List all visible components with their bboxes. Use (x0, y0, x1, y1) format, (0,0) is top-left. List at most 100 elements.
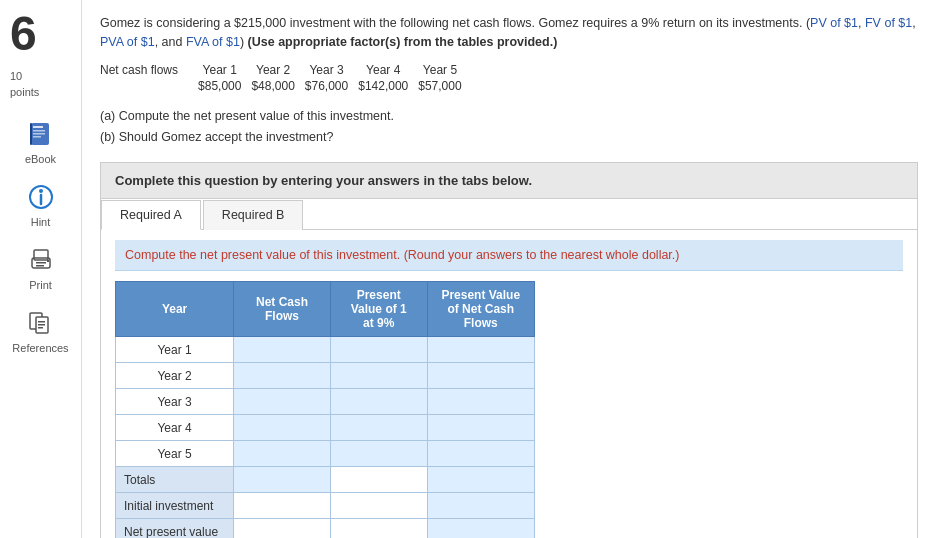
references-tool[interactable]: References (12, 307, 68, 354)
cf-year2-header: Year 2 (251, 62, 304, 78)
input-field-pv-year3[interactable] (335, 395, 423, 409)
pva-link[interactable]: PVA of $1 (100, 35, 155, 49)
empty-pv-totals (330, 467, 427, 493)
question-text-part1: Gomez is considering a $215,000 investme… (100, 16, 810, 30)
svg-rect-18 (38, 327, 43, 329)
references-icon (24, 307, 56, 339)
compute-instruction-note: (Round your answers to the nearest whole… (404, 248, 680, 262)
svg-rect-16 (38, 321, 45, 323)
complete-banner-text: Complete this question by entering your … (115, 173, 532, 188)
row-label-year4: Year 4 (116, 415, 234, 441)
ebook-tool[interactable]: eBook (25, 118, 57, 165)
input-field-pvncf-year1[interactable] (432, 343, 530, 357)
col-header-pv: PresentValue of 1at 9% (330, 282, 427, 337)
sidebar-tools: eBook Hint (0, 118, 81, 354)
col-header-year: Year (116, 282, 234, 337)
input-pvncf-year2[interactable] (427, 363, 534, 389)
cf-val1: $85,000 (198, 78, 251, 94)
input-field-pvncf-totals[interactable] (432, 473, 530, 487)
input-field-pv-year2[interactable] (335, 369, 423, 383)
fv-link[interactable]: FV of $1 (865, 16, 912, 30)
input-ncf-totals[interactable] (234, 467, 331, 493)
part-a: (a) Compute the net present value of thi… (100, 106, 918, 127)
input-field-ncf-year3[interactable] (238, 395, 326, 409)
table-row-year2: Year 2 (116, 363, 535, 389)
input-field-pvncf-year5[interactable] (432, 447, 530, 461)
table-row-totals: Totals (116, 467, 535, 493)
compute-instruction-text: Compute the net present value of this in… (125, 248, 400, 262)
input-ncf-year3[interactable] (234, 389, 331, 415)
page-container: 6 10 points eBook (0, 0, 936, 538)
input-pvncf-year4[interactable] (427, 415, 534, 441)
ebook-icon (25, 118, 57, 150)
hint-tool[interactable]: Hint (25, 181, 57, 228)
row-label-initial: Initial investment (116, 493, 234, 519)
input-pv-year2[interactable] (330, 363, 427, 389)
part-questions: (a) Compute the net present value of thi… (100, 106, 918, 149)
input-pv-year5[interactable] (330, 441, 427, 467)
input-field-pvncf-year2[interactable] (432, 369, 530, 383)
cf-label-empty (100, 78, 198, 94)
input-field-ncf-year2[interactable] (238, 369, 326, 383)
input-pvncf-npv[interactable] (427, 519, 534, 539)
input-ncf-year2[interactable] (234, 363, 331, 389)
empty-pv-npv (330, 519, 427, 539)
tab-required-b[interactable]: Required B (203, 200, 304, 230)
tabs-area: Required A Required B Compute the net pr… (100, 199, 918, 538)
empty-pv-initial (330, 493, 427, 519)
row-label-npv: Net present value (116, 519, 234, 539)
ebook-label: eBook (25, 153, 56, 165)
input-ncf-year1[interactable] (234, 337, 331, 363)
row-label-totals: Totals (116, 467, 234, 493)
input-field-ncf-year4[interactable] (238, 421, 326, 435)
input-field-pvncf-year4[interactable] (432, 421, 530, 435)
cash-flows-table: Net cash flows Year 1 Year 2 Year 3 Year… (100, 62, 472, 94)
input-field-pvncf-year3[interactable] (432, 395, 530, 409)
question-text: Gomez is considering a $215,000 investme… (100, 14, 918, 52)
input-field-pvncf-npv[interactable] (432, 525, 530, 539)
input-field-pv-year5[interactable] (335, 447, 423, 461)
cf-year1-header: Year 1 (198, 62, 251, 78)
input-field-ncf-totals[interactable] (238, 473, 326, 487)
input-field-pv-year1[interactable] (335, 343, 423, 357)
input-field-pvncf-initial[interactable] (432, 499, 530, 513)
input-pvncf-year1[interactable] (427, 337, 534, 363)
points-value: points (0, 86, 39, 98)
input-pvncf-initial[interactable] (427, 493, 534, 519)
row-label-year1: Year 1 (116, 337, 234, 363)
svg-rect-12 (36, 265, 44, 267)
svg-rect-13 (47, 260, 49, 262)
input-pvncf-year5[interactable] (427, 441, 534, 467)
cf-year4-header: Year 4 (358, 62, 418, 78)
tabs-row: Required A Required B (101, 199, 917, 230)
input-ncf-year5[interactable] (234, 441, 331, 467)
input-pv-year4[interactable] (330, 415, 427, 441)
row-label-year2: Year 2 (116, 363, 234, 389)
input-pv-year3[interactable] (330, 389, 427, 415)
input-pvncf-year3[interactable] (427, 389, 534, 415)
pv-link[interactable]: PV of $1 (810, 16, 858, 30)
fva-link[interactable]: FVA of $1 (186, 35, 240, 49)
input-pv-year1[interactable] (330, 337, 427, 363)
tab-a-content: Compute the net present value of this in… (101, 230, 917, 538)
print-tool[interactable]: Print (25, 244, 57, 291)
col-header-ncf: Net CashFlows (234, 282, 331, 337)
input-field-ncf-year5[interactable] (238, 447, 326, 461)
cf-val2: $48,000 (251, 78, 304, 94)
sidebar: 6 10 points eBook (0, 0, 82, 538)
input-ncf-year4[interactable] (234, 415, 331, 441)
input-field-pv-year4[interactable] (335, 421, 423, 435)
row-label-year3: Year 3 (116, 389, 234, 415)
input-field-ncf-year1[interactable] (238, 343, 326, 357)
tab-required-a[interactable]: Required A (101, 200, 201, 230)
svg-rect-17 (38, 324, 45, 326)
points-label: 10 (0, 70, 22, 82)
table-row-year5: Year 5 (116, 441, 535, 467)
svg-rect-4 (33, 136, 41, 138)
complete-banner: Complete this question by entering your … (100, 162, 918, 199)
col-header-pvncf: Present Valueof Net CashFlows (427, 282, 534, 337)
cf-year3-header: Year 3 (305, 62, 358, 78)
svg-rect-1 (33, 126, 43, 128)
table-row-npv: Net present value (116, 519, 535, 539)
input-pvncf-totals[interactable] (427, 467, 534, 493)
